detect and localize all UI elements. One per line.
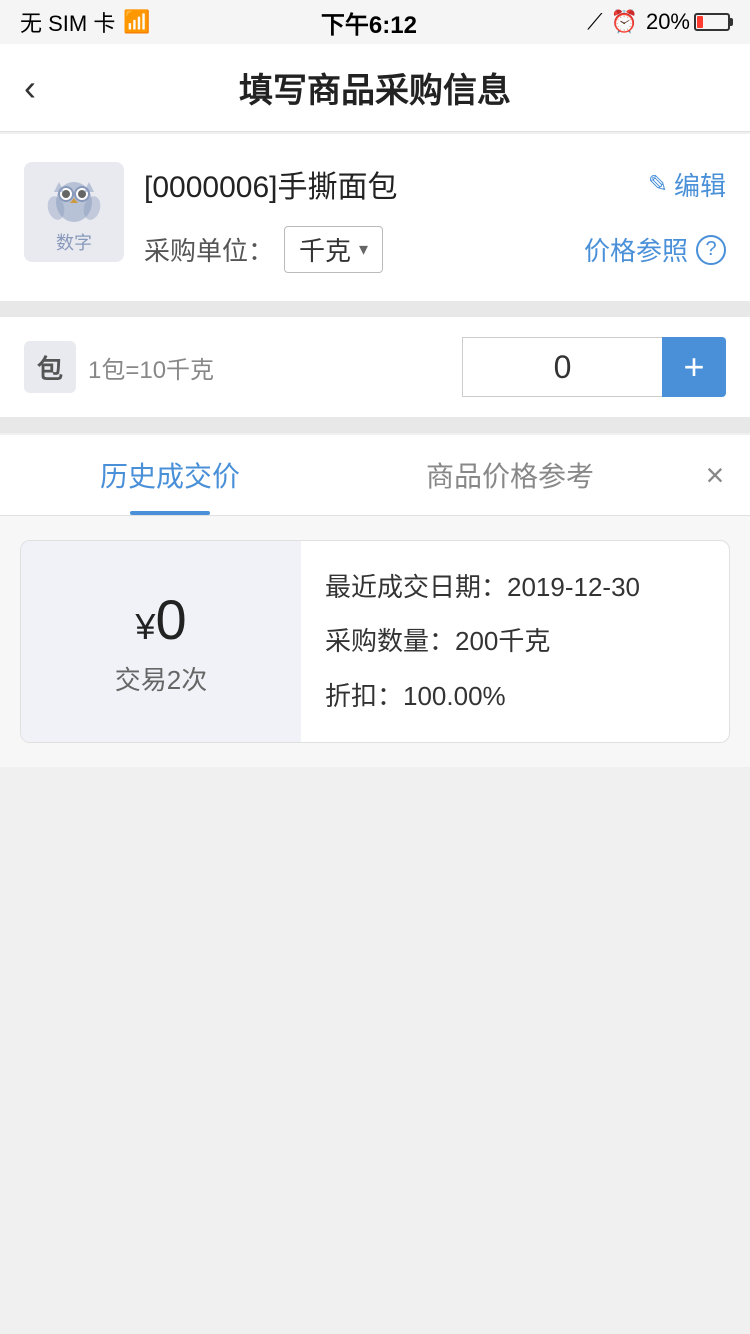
quantity-row: 包 1包=10千克 +	[0, 317, 750, 417]
quantity-input[interactable]	[462, 337, 662, 397]
close-button[interactable]: ×	[680, 435, 750, 515]
battery-bar	[694, 13, 730, 31]
quantity-input-area: +	[462, 337, 726, 397]
edit-icon: ✎	[648, 170, 668, 199]
unit-label: 采购单位：	[144, 231, 274, 268]
thumb-inner: 数字	[44, 170, 104, 255]
price-amount: ¥0	[135, 587, 186, 652]
back-button[interactable]: ‹	[24, 67, 36, 109]
page-title: 填写商品采购信息	[239, 63, 511, 112]
price-card: ¥0 交易2次 最近成交日期：2019-12-30 采购数量：200千克 折扣：…	[20, 540, 730, 743]
product-info: [0000006]手撕面包 ✎ 编辑 采购单位： 千克 ▾ 价格参照 ?	[144, 162, 726, 273]
owl-icon	[44, 170, 104, 225]
product-name: [0000006]手撕面包	[144, 162, 397, 206]
product-name-row: [0000006]手撕面包 ✎ 编辑	[144, 162, 726, 206]
chevron-down-icon: ▾	[359, 239, 368, 260]
price-ref-button[interactable]: 价格参照 ?	[584, 231, 726, 268]
purchase-qty-row: 采购数量：200千克	[325, 623, 705, 659]
battery-fill	[697, 16, 703, 28]
product-thumbnail: 数字	[24, 162, 124, 262]
unit-badge: 包	[24, 341, 76, 393]
recent-date-row: 最近成交日期：2019-12-30	[325, 569, 705, 605]
status-time: 下午6:12	[321, 5, 417, 40]
tab-history-price[interactable]: 历史成交价	[0, 435, 340, 515]
quantity-plus-button[interactable]: +	[662, 337, 726, 397]
unit-select-group: 采购单位： 千克 ▾	[144, 226, 383, 273]
status-left: 无 SIM 卡 📶	[20, 6, 151, 38]
status-right: ⟋ ⏰ 20%	[587, 9, 730, 35]
sim-label: 无 SIM 卡	[20, 6, 115, 38]
alarm-icon: ⏰	[611, 9, 638, 35]
status-bar: 无 SIM 卡 📶 下午6:12 ⟋ ⏰ 20%	[0, 0, 750, 44]
wifi-icon: 📶	[123, 9, 150, 35]
battery: 20%	[646, 9, 730, 35]
help-icon: ?	[696, 235, 726, 265]
transaction-count: 交易2次	[115, 660, 207, 697]
price-tabs: 历史成交价 商品价格参考 ×	[0, 435, 750, 516]
location-icon: ⟋	[587, 9, 602, 35]
price-card-area: ¥0 交易2次 最近成交日期：2019-12-30 采购数量：200千克 折扣：…	[0, 516, 750, 767]
section-divider-2	[0, 417, 750, 433]
nav-bar: ‹ 填写商品采购信息	[0, 44, 750, 132]
discount-row: 折扣：100.00%	[325, 678, 705, 714]
product-card: 数字 [0000006]手撕面包 ✎ 编辑 采购单位： 千克 ▾ 价格参照	[0, 134, 750, 301]
thumb-label: 数字	[56, 229, 92, 255]
unit-select-dropdown[interactable]: 千克 ▾	[284, 226, 383, 273]
battery-percent: 20%	[646, 9, 690, 35]
section-divider	[0, 301, 750, 317]
unit-row: 采购单位： 千克 ▾ 价格参照 ?	[144, 226, 726, 273]
price-card-right: 最近成交日期：2019-12-30 采购数量：200千克 折扣：100.00%	[301, 541, 729, 742]
price-reference-panel: 历史成交价 商品价格参考 × ¥0 交易2次 最近成交日期：2019-12-30…	[0, 435, 750, 767]
tab-product-price[interactable]: 商品价格参考	[340, 435, 680, 515]
edit-button[interactable]: ✎ 编辑	[648, 166, 726, 203]
price-card-left: ¥0 交易2次	[21, 541, 301, 742]
unit-description: 1包=10千克	[88, 350, 214, 385]
unit-info: 包 1包=10千克	[24, 341, 214, 393]
